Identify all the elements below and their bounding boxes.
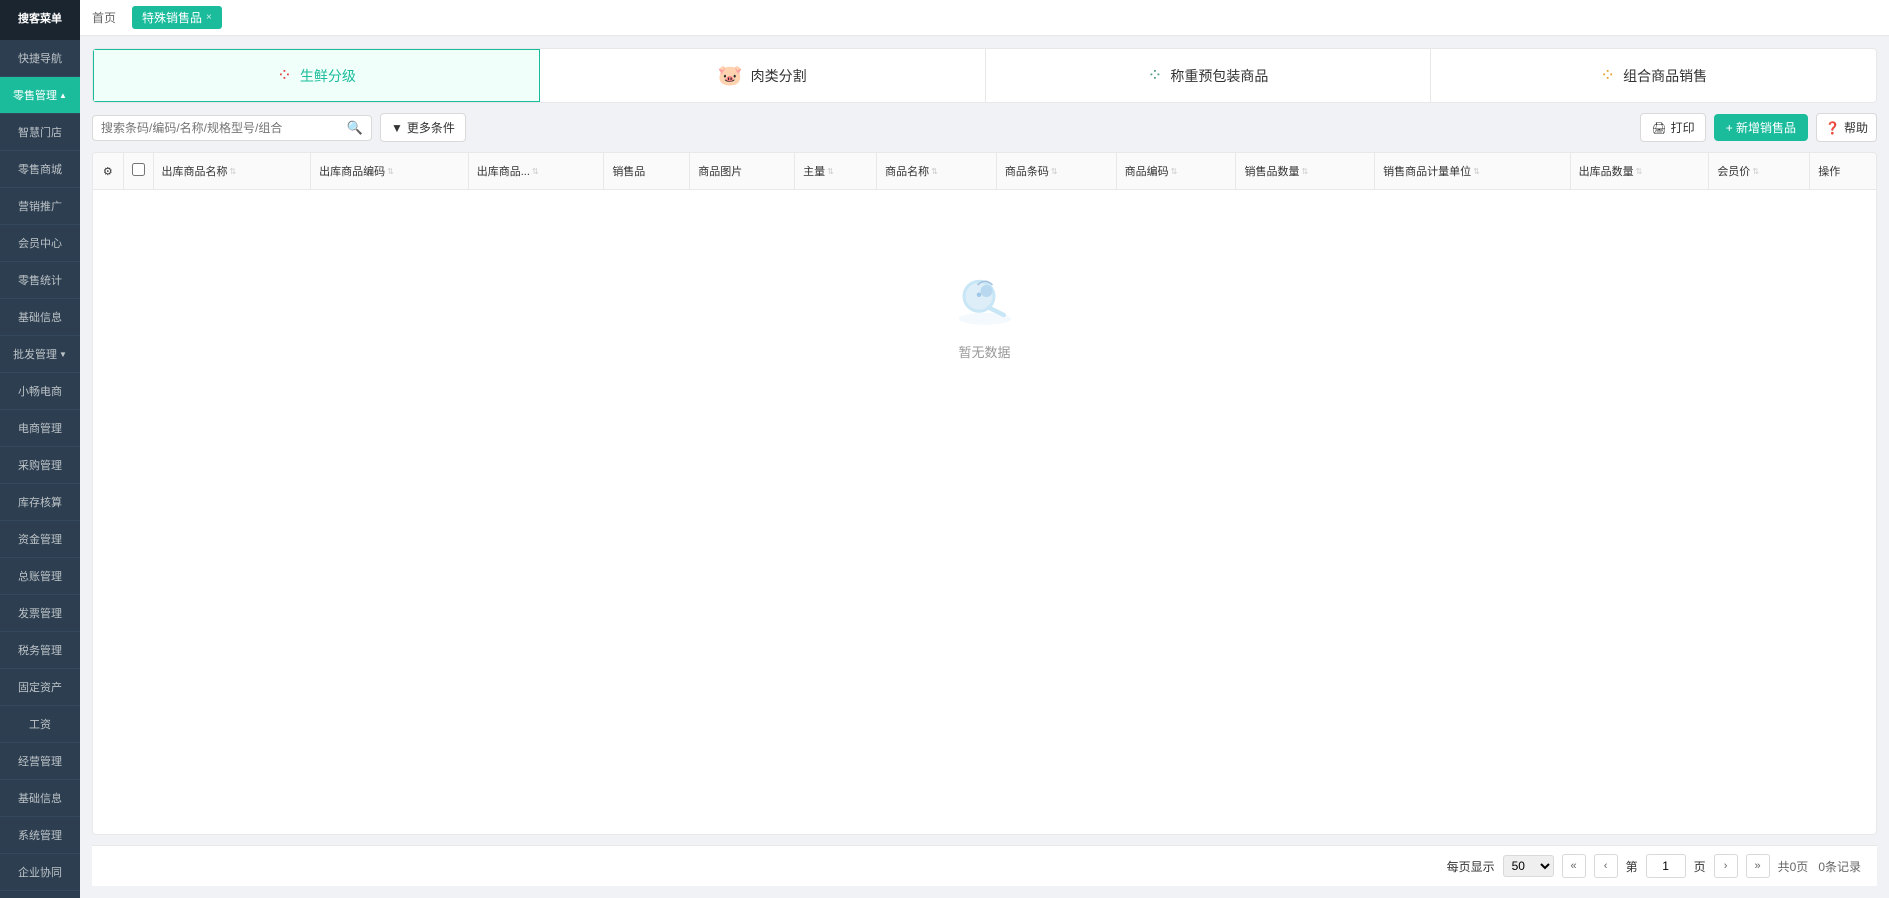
sidebar-item-system-mgmt[interactable]: 系统管理 [0,817,80,854]
active-tab[interactable]: 特殊销售品 × [132,6,222,29]
sidebar: 搜客菜单 快捷导航 零售管理 ▲ 智慧门店 零售商城 营销推广 会员中心 零售统… [0,0,80,898]
col-product-name[interactable]: 商品名称 ⇅ [877,153,997,190]
col-sales-qty[interactable]: 销售品数量 ⇅ [1236,153,1375,190]
topbar: 首页 特殊销售品 × [80,0,1889,36]
add-product-button[interactable]: + 新增销售品 [1714,114,1808,141]
sidebar-item-beginner-guide[interactable]: 新手引导 [0,891,80,898]
sidebar-item-tax[interactable]: 税务管理 [0,632,80,669]
search-box: 🔍 [92,115,372,141]
select-all-checkbox[interactable] [132,163,145,176]
col-barcode[interactable]: 商品条码 ⇅ [996,153,1116,190]
total-info: 共0页 0条记录 [1778,858,1861,875]
empty-state: 暂无数据 [93,190,1876,441]
sidebar-item-ledger[interactable]: 总账管理 [0,558,80,595]
col-out-qty[interactable]: 出库品数量 ⇅ [1570,153,1709,190]
search-input[interactable] [101,121,343,135]
sidebar-item-basic-info-1[interactable]: 基础信息 [0,299,80,336]
empty-icon [945,270,1025,330]
sidebar-item-basic-info-2[interactable]: 基础信息 [0,780,80,817]
col-sales-product: 销售品 [604,153,690,190]
col-member-price[interactable]: 会员价 ⇅ [1709,153,1810,190]
sidebar-item-retail-mgmt[interactable]: 零售管理 ▲ [0,77,80,114]
printer-icon: 🖨 [1651,121,1666,135]
col-product-image: 商品图片 [690,153,795,190]
sidebar-item-enterprise-collab[interactable]: 企业协同 [0,854,80,891]
filter-icon: ▼ [391,121,403,135]
sidebar-item-ecommerce-small[interactable]: 小畅电商 [0,373,80,410]
sidebar-item-invoice[interactable]: 发票管理 [0,595,80,632]
col-out-product-short[interactable]: 出库商品... ⇅ [468,153,604,190]
col-settings[interactable]: ⚙ [93,153,123,190]
col-sales-unit[interactable]: 销售商品计量单位 ⇅ [1375,153,1570,190]
tab-weight-prepack[interactable]: ⁘ 称重预包装商品 [986,49,1432,102]
page-number-input[interactable] [1646,854,1686,878]
help-icon: ❓ [1825,121,1840,135]
sidebar-item-wholesale-mgmt[interactable]: 批发管理 ▼ [0,336,80,373]
fresh-grading-icon: ⁘ [277,65,292,86]
first-page-button[interactable]: « [1562,854,1586,878]
last-page-button[interactable]: » [1746,854,1770,878]
col-operation: 操作 [1810,153,1876,190]
sidebar-item-smart-store[interactable]: 智慧门店 [0,114,80,151]
prev-page-button[interactable]: ‹ [1594,854,1618,878]
sidebar-item-inventory[interactable]: 库存核算 [0,484,80,521]
col-checkbox[interactable] [123,153,153,190]
data-table: ⚙ 出库商品名称 ⇅ 出库商 [93,153,1876,441]
page-size-select[interactable]: 50 10 20 100 [1503,855,1554,877]
tab-fresh-grading[interactable]: ⁘ 生鲜分级 [92,48,541,103]
tab-meat-cutting[interactable]: 🐷 肉类分割 [540,49,986,102]
settings-icon: ⚙ [103,166,113,178]
help-button[interactable]: ❓ 帮助 [1816,113,1877,142]
sidebar-item-operation-mgmt[interactable]: 经营管理 [0,743,80,780]
category-tabs: ⁘ 生鲜分级 🐷 肉类分割 ⁘ 称重预包装商品 ⁘ 组合商品销售 [92,48,1877,103]
print-button[interactable]: 🖨 打印 [1640,113,1705,142]
sidebar-item-salary[interactable]: 工资 [0,706,80,743]
sidebar-item-marketing[interactable]: 营销推广 [0,188,80,225]
sidebar-item-finance[interactable]: 资金管理 [0,521,80,558]
home-link[interactable]: 首页 [92,9,116,26]
sidebar-item-retail-stats[interactable]: 零售统计 [0,262,80,299]
page-content: ⁘ 生鲜分级 🐷 肉类分割 ⁘ 称重预包装商品 ⁘ 组合商品销售 🔍 [80,36,1889,898]
filter-button[interactable]: ▼ 更多条件 [380,113,466,142]
sidebar-item-member-center[interactable]: 会员中心 [0,225,80,262]
meat-cutting-icon: 🐷 [718,63,743,88]
next-page-button[interactable]: › [1714,854,1738,878]
pagination: 每页显示 50 10 20 100 « ‹ 第 页 › » 共0页 0条记录 [92,845,1877,886]
data-table-container: ⚙ 出库商品名称 ⇅ 出库商 [92,152,1877,835]
main-content: 首页 特殊销售品 × ⁘ 生鲜分级 🐷 肉类分割 ⁘ 称重预包装商品 ⁘ 组合 [80,0,1889,898]
sidebar-item-fixed-assets[interactable]: 固定资产 [0,669,80,706]
combo-sales-icon: ⁘ [1600,65,1615,86]
toolbar: 🔍 ▼ 更多条件 🖨 打印 + 新增销售品 ❓ 帮助 [92,113,1877,142]
search-icon[interactable]: 🔍 [347,120,363,136]
sidebar-logo: 搜客菜单 [0,0,80,40]
tab-combo-sales[interactable]: ⁘ 组合商品销售 [1431,49,1876,102]
sidebar-item-retail-mall[interactable]: 零售商城 [0,151,80,188]
sidebar-item-quick-nav[interactable]: 快捷导航 [0,40,80,77]
weight-prepack-icon: ⁘ [1147,65,1162,86]
col-product-code[interactable]: 商品编码 ⇅ [1116,153,1236,190]
col-out-product-code[interactable]: 出库商品编码 ⇅ [311,153,469,190]
sidebar-item-ecommerce-mgmt[interactable]: 电商管理 [0,410,80,447]
sidebar-item-purchase-mgmt[interactable]: 采购管理 [0,447,80,484]
col-main-quantity[interactable]: 主量 ⇅ [795,153,877,190]
col-out-product-name[interactable]: 出库商品名称 ⇅ [153,153,311,190]
tab-close-icon[interactable]: × [206,12,212,23]
